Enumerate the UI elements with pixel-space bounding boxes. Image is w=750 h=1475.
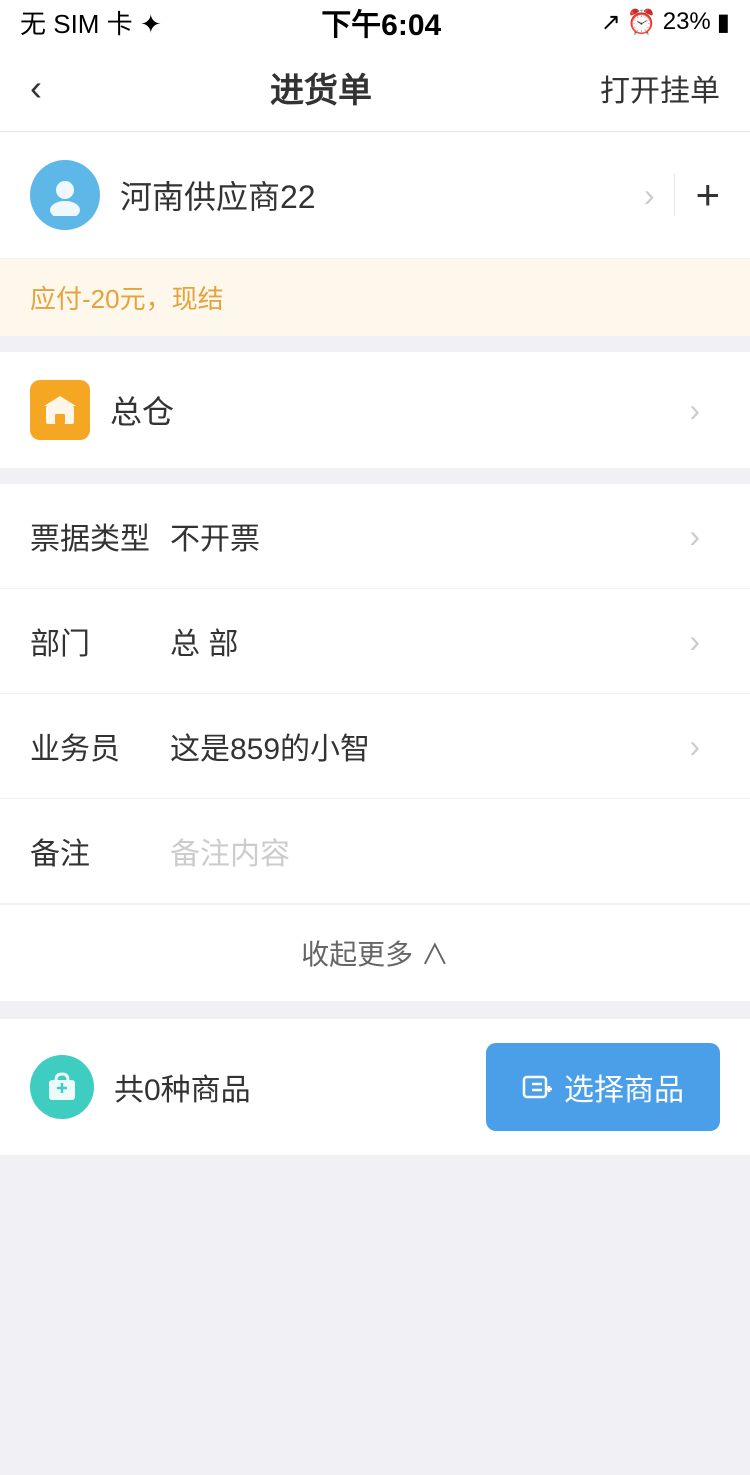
status-left: 无 SIM 卡 ✦ [20, 4, 162, 41]
ticket-type-label: 票据类型 [30, 514, 150, 558]
warehouse-icon [30, 380, 90, 440]
select-product-button[interactable]: 选择商品 [486, 1043, 720, 1131]
dept-chevron-icon: › [689, 623, 700, 660]
battery-icon: ▮ [717, 8, 730, 37]
supplier-name: 河南供应商22 [120, 172, 644, 218]
dept-label: 部门 [30, 619, 150, 663]
bottom-bar: 共0种商品 选择商品 [0, 1017, 750, 1155]
notes-input[interactable]: 备注内容 [150, 829, 720, 873]
product-icon [30, 1055, 94, 1119]
dept-value: 总 部 [150, 619, 689, 663]
warehouse-chevron-icon: › [689, 392, 700, 429]
notice-banner: 应付-20元，现结 [0, 259, 750, 336]
sales-value: 这是859的小智 [150, 724, 689, 768]
battery-level: 23% [663, 8, 711, 36]
product-count: 共0种商品 [114, 1065, 486, 1109]
sales-label: 业务员 [30, 724, 150, 768]
nav-bar: ‹ 进货单 打开挂单 [0, 44, 750, 132]
location-icon: ↗ [601, 8, 621, 37]
gray-area [0, 1155, 750, 1475]
form-section: 票据类型 不开票 › 部门 总 部 › 业务员 这是859的小智 › 备注 备注… [0, 484, 750, 1001]
select-product-icon [522, 1071, 554, 1103]
chevron-right-icon: › [644, 177, 655, 214]
status-right: ↗ ⏰ 23% ▮ [601, 8, 730, 37]
alarm-icon: ⏰ [627, 8, 657, 37]
status-bar: 无 SIM 卡 ✦ 下午6:04 ↗ ⏰ 23% ▮ [0, 0, 750, 44]
main-content: 河南供应商22 › + 应付-20元，现结 总仓 › 票据类型 不开票 › [0, 132, 750, 1475]
notes-label: 备注 [30, 829, 150, 873]
page-title: 进货单 [270, 63, 372, 112]
notice-text: 应付-20元，现结 [30, 284, 224, 314]
collapse-label: 收起更多 ∧ [301, 939, 449, 970]
back-button[interactable]: ‹ [30, 67, 42, 109]
add-supplier-button[interactable]: + [674, 174, 720, 216]
select-product-label: 选择商品 [564, 1065, 684, 1109]
warehouse-row[interactable]: 总仓 › [0, 352, 750, 468]
open-pending-button[interactable]: 打开挂单 [600, 66, 720, 110]
collapse-row[interactable]: 收起更多 ∧ [0, 904, 750, 1001]
warehouse-name: 总仓 [110, 387, 689, 433]
ticket-type-value: 不开票 [150, 514, 689, 558]
notes-row[interactable]: 备注 备注内容 [0, 799, 750, 904]
supplier-row[interactable]: 河南供应商22 › + [0, 132, 750, 259]
sales-chevron-icon: › [689, 728, 700, 765]
sim-status: 无 SIM 卡 ✦ [20, 4, 162, 41]
ticket-chevron-icon: › [689, 518, 700, 555]
dept-row[interactable]: 部门 总 部 › [0, 589, 750, 694]
ticket-type-row[interactable]: 票据类型 不开票 › [0, 484, 750, 589]
sales-row[interactable]: 业务员 这是859的小智 › [0, 694, 750, 799]
supplier-card: 河南供应商22 › + 应付-20元，现结 [0, 132, 750, 336]
supplier-avatar [30, 160, 100, 230]
status-time: 下午6:04 [321, 0, 441, 44]
warehouse-card[interactable]: 总仓 › [0, 352, 750, 468]
